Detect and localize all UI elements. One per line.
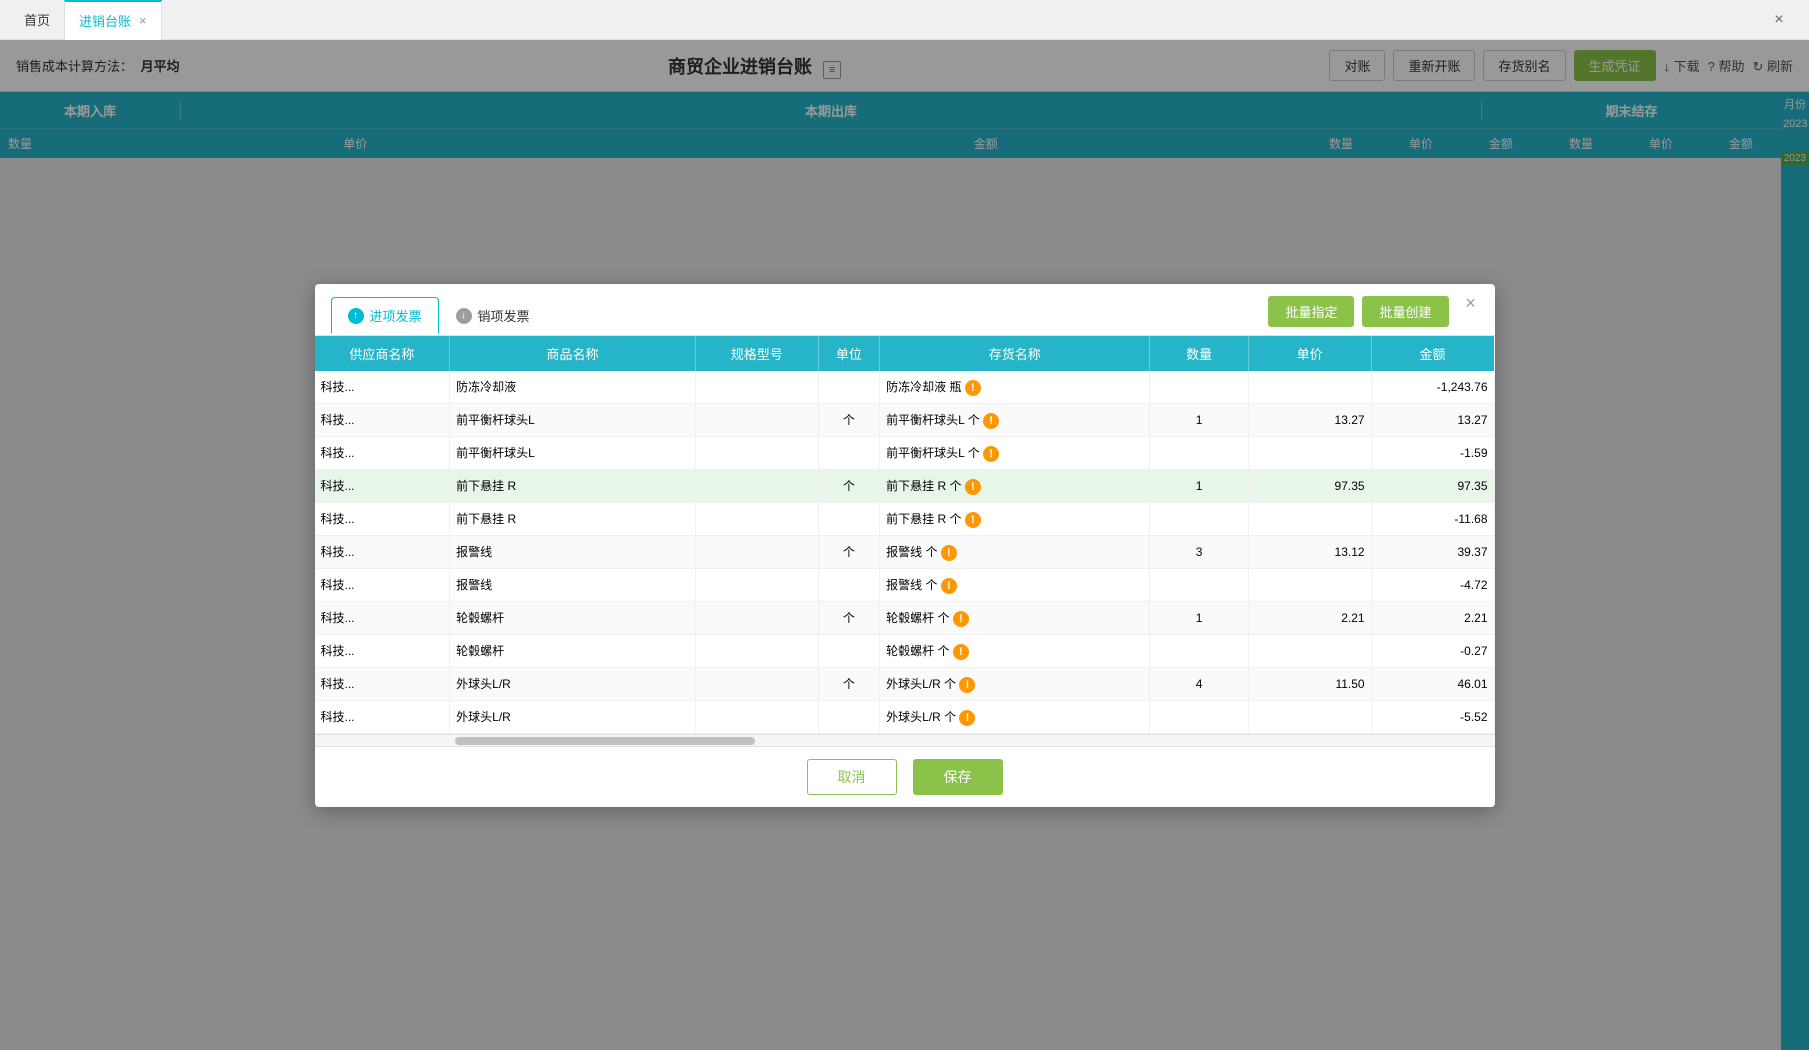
- table-row[interactable]: 科技...外球头L/R个外球头L/R 个 !411.5046.01: [315, 667, 1495, 700]
- top-bar: 首页 进销台账 × ×: [0, 0, 1809, 40]
- col-spec: 规格型号: [695, 336, 818, 371]
- modal-overlay: ↑ 进项发票 ↓ 销项发票 批量指定 批量创建 ×: [0, 40, 1809, 1050]
- warning-icon: !: [959, 677, 975, 693]
- warning-icon: !: [965, 512, 981, 528]
- col-product-name: 商品名称: [450, 336, 696, 371]
- modal-header-actions: 批量指定 批量创建: [1268, 296, 1478, 335]
- tab-close-icon[interactable]: ×: [139, 13, 147, 28]
- table-row[interactable]: 科技...报警线个报警线 个 !313.1239.37: [315, 535, 1495, 568]
- batch-create-button[interactable]: 批量创建: [1362, 296, 1448, 327]
- col-unit-price: 单价: [1248, 336, 1371, 371]
- income-tab-icon: ↑: [348, 308, 364, 324]
- table-row[interactable]: 科技...外球头L/R外球头L/R 个 !-5.52: [315, 700, 1495, 733]
- modal-header: ↑ 进项发票 ↓ 销项发票 批量指定 批量创建 ×: [315, 284, 1495, 336]
- window-close-icon: ×: [1774, 11, 1783, 29]
- modal-footer: 取消 保存: [315, 746, 1495, 807]
- horizontal-scrollbar[interactable]: [315, 734, 1495, 746]
- table-row[interactable]: 科技...防冻冷却液防冻冷却液 瓶 !-1,243.76: [315, 371, 1495, 404]
- table-row[interactable]: 科技...前下悬挂 R前下悬挂 R 个 !-11.68: [315, 502, 1495, 535]
- warning-icon: !: [983, 413, 999, 429]
- main-area: 销售成本计算方法： 月平均 商贸企业进销台账 ≡ 对账 重新开账 存货别名 生成…: [0, 40, 1809, 1050]
- warning-icon: !: [965, 479, 981, 495]
- col-amount: 金额: [1371, 336, 1494, 371]
- invoice-table: 供应商名称 商品名称 规格型号 单位 存货名称 数量 单价 金额 科技...防冻…: [315, 336, 1495, 734]
- col-supplier: 供应商名称: [315, 336, 450, 371]
- home-tab[interactable]: 首页: [10, 0, 64, 40]
- invoice-modal: ↑ 进项发票 ↓ 销项发票 批量指定 批量创建 ×: [315, 284, 1495, 807]
- save-button[interactable]: 保存: [913, 759, 1003, 795]
- warning-icon: !: [959, 710, 975, 726]
- batch-assign-button[interactable]: 批量指定: [1268, 296, 1354, 327]
- col-unit: 单位: [818, 336, 879, 371]
- col-inventory-name: 存货名称: [880, 336, 1150, 371]
- scrollbar-thumb[interactable]: [455, 737, 755, 745]
- col-quantity: 数量: [1150, 336, 1248, 371]
- warning-icon: !: [941, 545, 957, 561]
- table-row[interactable]: 科技...轮毂螺杆个轮毂螺杆 个 !12.212.21: [315, 601, 1495, 634]
- active-tab[interactable]: 进销台账 ×: [64, 0, 162, 40]
- warning-icon: !: [941, 578, 957, 594]
- cancel-button[interactable]: 取消: [807, 759, 897, 795]
- sales-tab-icon: ↓: [456, 308, 472, 324]
- income-tab-label: 进项发票: [370, 306, 422, 325]
- warning-icon: !: [965, 380, 981, 396]
- warning-icon: !: [983, 446, 999, 462]
- modal-body: 供应商名称 商品名称 规格型号 单位 存货名称 数量 单价 金额 科技...防冻…: [315, 336, 1495, 734]
- warning-icon: !: [953, 611, 969, 627]
- modal-close-icon: ×: [1465, 293, 1476, 314]
- table-row[interactable]: 科技...前平衡杆球头L个前平衡杆球头L 个 !113.2713.27: [315, 403, 1495, 436]
- modal-close-button[interactable]: ×: [1459, 292, 1483, 316]
- sales-invoice-tab[interactable]: ↓ 销项发票: [439, 297, 547, 333]
- active-tab-label: 进销台账: [79, 11, 131, 30]
- sales-tab-label: 销项发票: [478, 306, 530, 325]
- home-tab-label: 首页: [24, 10, 50, 29]
- warning-icon: !: [953, 644, 969, 660]
- income-invoice-tab[interactable]: ↑ 进项发票: [331, 297, 439, 334]
- table-row[interactable]: 科技...前平衡杆球头L前平衡杆球头L 个 !-1.59: [315, 436, 1495, 469]
- table-row[interactable]: 科技...轮毂螺杆轮毂螺杆 个 !-0.27: [315, 634, 1495, 667]
- window-close-button[interactable]: ×: [1759, 0, 1799, 40]
- table-row[interactable]: 科技...报警线报警线 个 !-4.72: [315, 568, 1495, 601]
- table-row[interactable]: 科技...前下悬挂 R个前下悬挂 R 个 !197.3597.35: [315, 469, 1495, 502]
